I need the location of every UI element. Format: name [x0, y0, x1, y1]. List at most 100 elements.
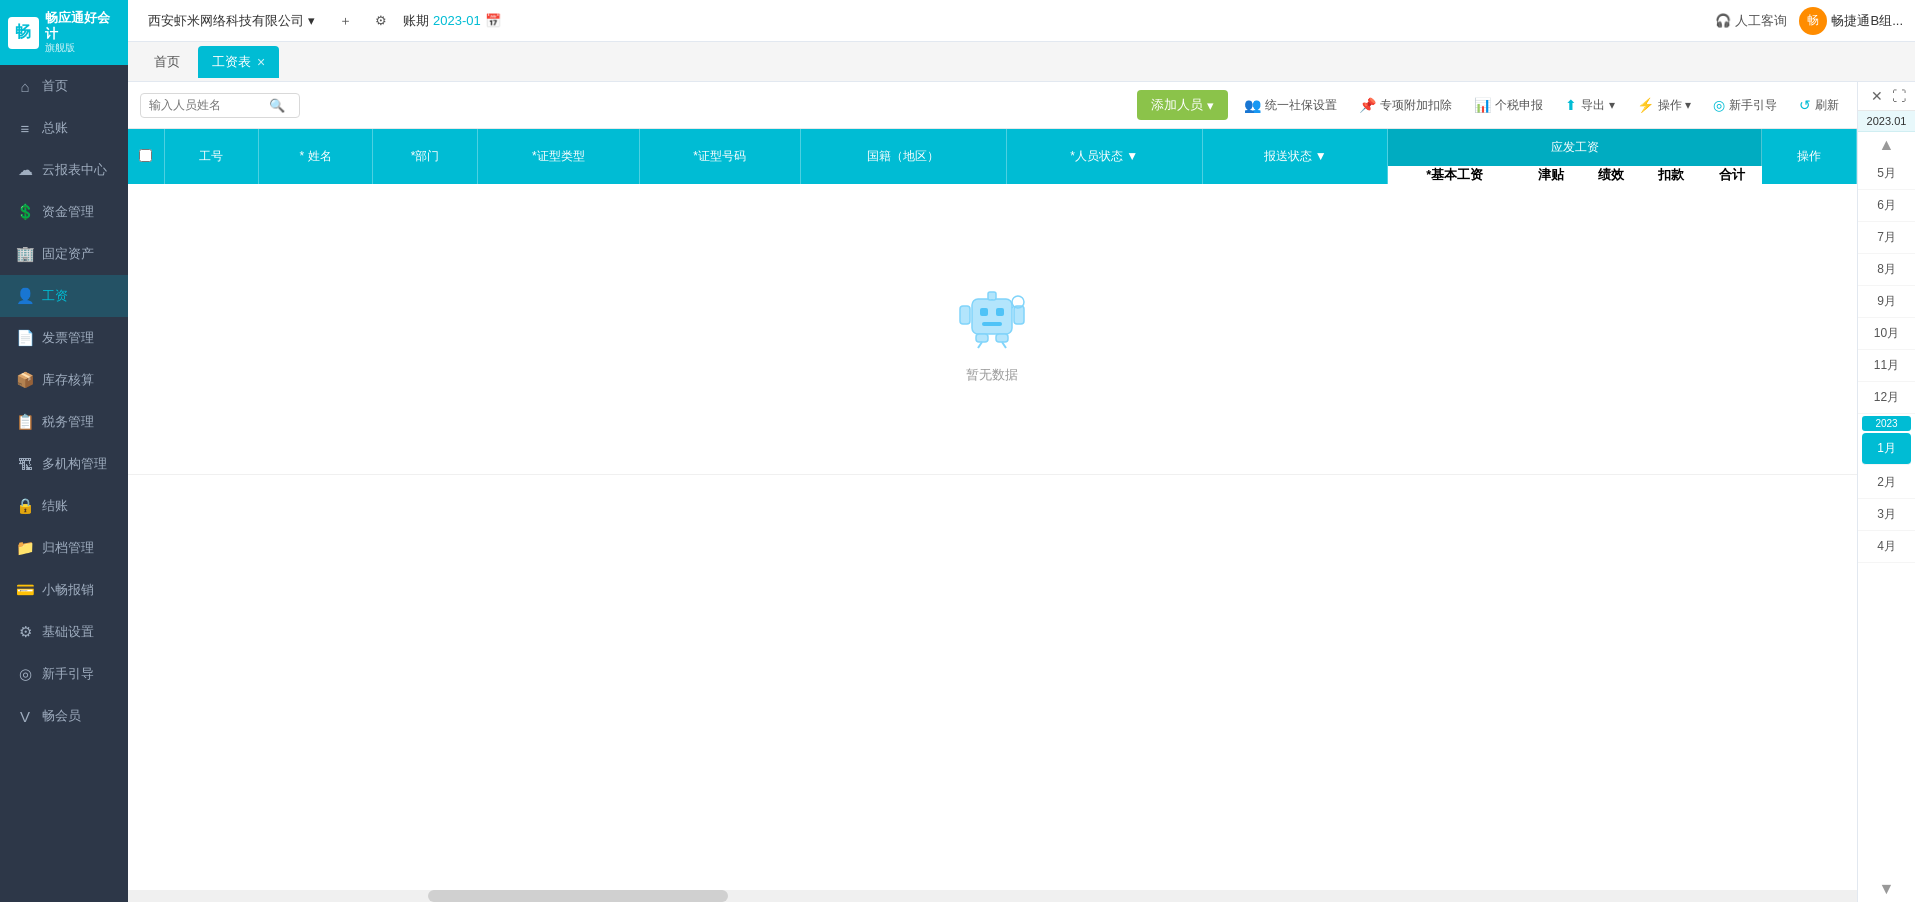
tab-label-home: 首页 — [154, 53, 180, 71]
sidebar-item-ledger[interactable]: ≡总账 — [0, 107, 128, 149]
sidebar-item-member[interactable]: V畅会员 — [0, 695, 128, 737]
month-item-prev[interactable]: 10月 — [1858, 318, 1915, 350]
sidebar-item-archive[interactable]: 📁 归档管理 — [0, 527, 128, 569]
svg-rect-9 — [996, 334, 1008, 342]
toolbar-action-operations[interactable]: ⚡操作 ▾ — [1631, 93, 1697, 118]
toolbar-action-social-security[interactable]: 👥统一社保设置 — [1238, 93, 1343, 118]
sidebar-item-expense[interactable]: 💳小畅报销 — [0, 569, 128, 611]
sidebar-item-fund[interactable]: 💲资金管理 — [0, 191, 128, 233]
col-nation: 国籍（地区） — [800, 129, 1006, 184]
add-company-btn[interactable]: ＋ — [331, 7, 359, 35]
select-all-checkbox[interactable] — [139, 149, 152, 162]
logo-icon: 畅 — [8, 17, 39, 49]
svg-rect-3 — [982, 322, 1002, 326]
logo-sub: 旗舰版 — [45, 41, 120, 55]
settings-btn[interactable]: ⚙ — [367, 7, 395, 35]
month-item-prev[interactable]: 5月 — [1858, 158, 1915, 190]
calendar-icon[interactable]: 📅 — [485, 13, 501, 28]
month-item-prev[interactable]: 8月 — [1858, 254, 1915, 286]
panel-maximize-btn[interactable]: ⛶ — [1889, 86, 1909, 106]
search-input[interactable] — [149, 98, 269, 112]
month-item-prev[interactable]: 11月 — [1858, 350, 1915, 382]
month-item-2月[interactable]: 2月 — [1858, 467, 1915, 499]
sidebar-label-tax: 税务管理 — [42, 413, 94, 431]
sidebar-item-close[interactable]: 🔒结账 — [0, 485, 128, 527]
action-label-social-security: 统一社保设置 — [1265, 97, 1337, 114]
sidebar-icon-archive: 📁 — [16, 539, 34, 557]
month-item-prev[interactable]: 6月 — [1858, 190, 1915, 222]
tab-home[interactable]: 首页 — [140, 46, 194, 78]
col-checkbox — [128, 129, 164, 184]
toolbar-action-tax-report[interactable]: 📊个税申报 — [1468, 93, 1549, 118]
logo-text: 畅应通好会计 — [45, 10, 120, 41]
sidebar-label-member: 畅会员 — [42, 707, 81, 725]
action-icon-tax-report: 📊 — [1474, 97, 1491, 113]
add-person-button[interactable]: 添加人员 ▾ — [1137, 90, 1228, 120]
content-area: 🔍 添加人员 ▾ 👥统一社保设置 📌专项附加扣除 📊个税申报 ⬆导出 ▾ ⚡操作 ▾ ◎新… — [128, 82, 1915, 902]
topbar: 西安虾米网络科技有限公司 ▾ ＋ ⚙ 账期 2023-01 📅 🎧 人工客询 畅… — [128, 0, 1915, 42]
company-selector[interactable]: 西安虾米网络科技有限公司 ▾ — [140, 8, 323, 34]
sidebar: 畅 畅应通好会计 旗舰版 ⌂首页≡总账☁云报表中心💲资金管理 🏢 固定资产 👤工资📄发… — [0, 0, 128, 902]
svg-rect-7 — [1014, 306, 1024, 324]
col-subsidy: 津贴 — [1521, 166, 1581, 184]
sidebar-item-tax[interactable]: 📋税务管理 — [0, 401, 128, 443]
toolbar-action-refresh[interactable]: ↺刷新 — [1793, 93, 1845, 118]
app-logo[interactable]: 畅 畅应通好会计 旗舰版 — [0, 0, 128, 65]
month-panel: ✕ ⛶ 2023.01 ▲ 5月6月7月8月9月10月11月12月20231月2… — [1857, 82, 1915, 902]
sidebar-item-fixed-asset[interactable]: 🏢 固定资产 — [0, 233, 128, 275]
sidebar-label-fixed-asset: 固定资产 — [42, 245, 94, 263]
sidebar-label-inventory: 库存核算 — [42, 371, 94, 389]
month-item-prev[interactable]: 7月 — [1858, 222, 1915, 254]
sidebar-item-inventory[interactable]: 📦库存核算 — [0, 359, 128, 401]
search-icon: 🔍 — [269, 98, 285, 113]
toolbar-action-special-deduct[interactable]: 📌专项附加扣除 — [1353, 93, 1458, 118]
col-cert-type: *证型类型 — [478, 129, 639, 184]
month-item-prev[interactable]: 9月 — [1858, 286, 1915, 318]
sidebar-icon-multi-org: 🏗 — [16, 456, 34, 473]
month-item-1月[interactable]: 1月 — [1862, 433, 1911, 465]
sidebar-label-invoice: 发票管理 — [42, 329, 94, 347]
month-item-3月[interactable]: 3月 — [1858, 499, 1915, 531]
month-nav-up[interactable]: ▲ — [1858, 132, 1915, 158]
toolbar-right: 添加人员 ▾ 👥统一社保设置 📌专项附加扣除 📊个税申报 ⬆导出 ▾ ⚡操作 ▾ ◎新手引… — [1137, 90, 1845, 120]
col-report-status: 报送状态 ▼ — [1202, 129, 1388, 184]
sidebar-item-multi-org[interactable]: 🏗多机构管理 — [0, 443, 128, 485]
user-btn[interactable]: 畅 畅捷通B组... — [1799, 7, 1903, 35]
tab-wage-table[interactable]: 工资表× — [198, 46, 279, 78]
col-cert-no: *证型号码 — [639, 129, 800, 184]
empty-text: 暂无数据 — [966, 366, 1018, 384]
sidebar-item-home[interactable]: ⌂首页 — [0, 65, 128, 107]
col-salary-group: 应发工资 — [1388, 129, 1762, 166]
svg-rect-6 — [960, 306, 970, 324]
svg-line-10 — [978, 342, 982, 348]
action-label-export: 导出 ▾ — [1581, 97, 1614, 114]
toolbar-action-guide[interactable]: ◎新手引导 — [1707, 93, 1783, 118]
col-dept: *部门 — [372, 129, 478, 184]
month-item-prev[interactable]: 12月 — [1858, 382, 1915, 414]
toolbar-action-export[interactable]: ⬆导出 ▾ — [1559, 93, 1620, 118]
sidebar-item-invoice[interactable]: 📄发票管理 — [0, 317, 128, 359]
action-label-guide: 新手引导 — [1729, 97, 1777, 114]
sidebar-item-wage[interactable]: 👤工资 — [0, 275, 128, 317]
sidebar-item-settings[interactable]: ⚙基础设置 — [0, 611, 128, 653]
sidebar-icon-expense: 💳 — [16, 581, 34, 599]
panel-top-btns: ✕ ⛶ — [1858, 82, 1915, 111]
service-btn[interactable]: 🎧 人工客询 — [1715, 12, 1787, 30]
period-value[interactable]: 2023-01 — [433, 13, 481, 28]
scrollbar-thumb[interactable] — [428, 890, 728, 902]
sidebar-icon-fixed-asset: 🏢 — [16, 245, 34, 263]
sidebar-item-guide[interactable]: ◎新手引导 — [0, 653, 128, 695]
panel-close-btn[interactable]: ✕ — [1867, 86, 1887, 106]
tab-close-wage-table[interactable]: × — [257, 54, 265, 70]
wage-area: 🔍 添加人员 ▾ 👥统一社保设置 📌专项附加扣除 📊个税申报 ⬆导出 ▾ ⚡操作 ▾ ◎新… — [128, 82, 1857, 902]
search-wrap: 🔍 — [140, 93, 300, 118]
month-nav-down[interactable]: ▼ — [1858, 876, 1915, 902]
empty-state: 暂无数据 — [136, 194, 1849, 464]
month-item-4月[interactable]: 4月 — [1858, 531, 1915, 563]
sidebar-label-archive: 归档管理 — [42, 539, 94, 557]
sidebar-item-cloud-report[interactable]: ☁云报表中心 — [0, 149, 128, 191]
table-scrollbar[interactable] — [128, 890, 1857, 902]
logo-text-wrap: 畅应通好会计 旗舰版 — [45, 10, 120, 55]
sidebar-label-ledger: 总账 — [42, 119, 68, 137]
user-avatar: 畅 — [1799, 7, 1827, 35]
